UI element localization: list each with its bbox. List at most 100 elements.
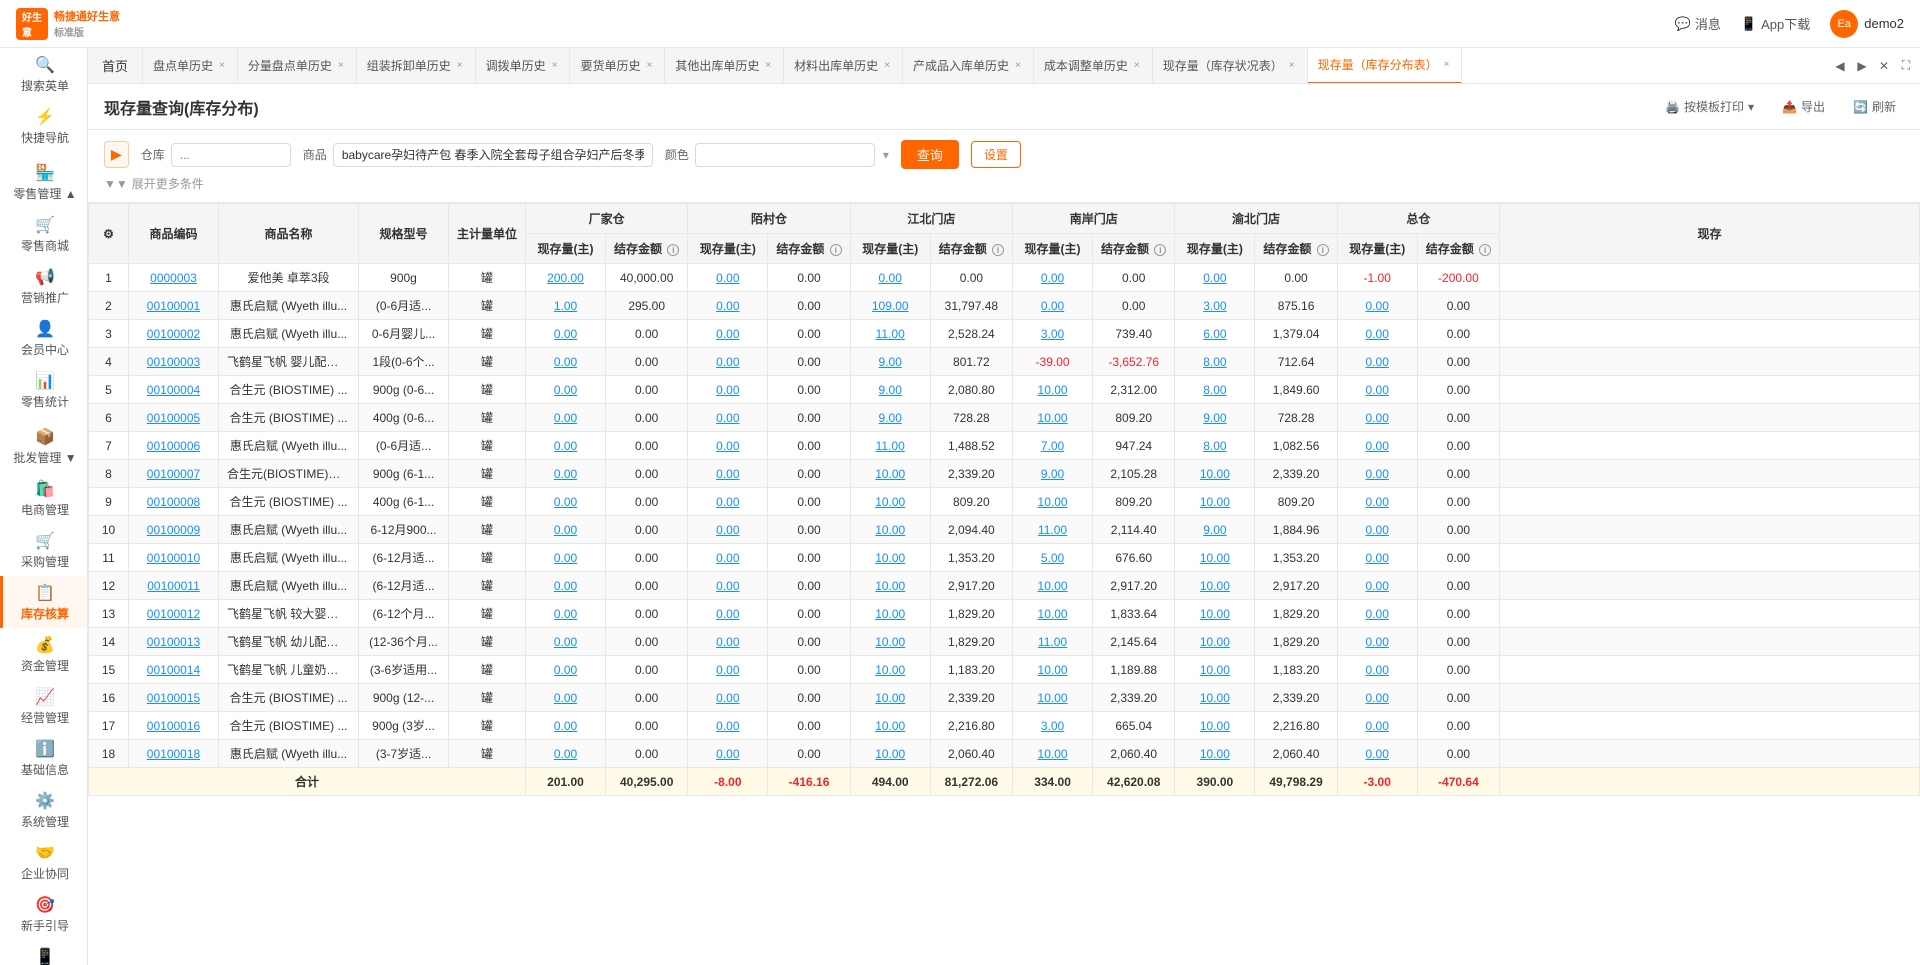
row-f-qty[interactable]: 0.00 bbox=[526, 628, 606, 656]
row-m-qty[interactable]: 0.00 bbox=[688, 460, 768, 488]
user-area[interactable]: Ea demo2 bbox=[1830, 10, 1904, 38]
tab-material-out-close[interactable]: × bbox=[882, 59, 892, 72]
tab-split-stocktake[interactable]: 分量盘点单历史 × bbox=[238, 48, 357, 84]
row-f-qty[interactable]: 0.00 bbox=[526, 740, 606, 768]
warehouse-input[interactable] bbox=[171, 143, 291, 167]
tab-other-outbound[interactable]: 其他出库单历史 × bbox=[665, 48, 784, 84]
row-yb-qty[interactable]: 9.00 bbox=[1175, 404, 1255, 432]
setting-button[interactable]: 设置 bbox=[971, 141, 1021, 168]
sidebar-item-appcenter[interactable]: 📱 应用中心 bbox=[0, 940, 87, 965]
tab-requisition[interactable]: 要货单历史 × bbox=[570, 48, 665, 84]
tab-stocktake-close[interactable]: × bbox=[217, 59, 227, 72]
row-m-qty[interactable]: 0.00 bbox=[688, 740, 768, 768]
yb-amt-info-icon[interactable]: i bbox=[1317, 244, 1329, 256]
row-na-qty[interactable]: 0.00 bbox=[1013, 292, 1093, 320]
row-t-qty[interactable]: 0.00 bbox=[1337, 572, 1417, 600]
row-jb-qty[interactable]: 10.00 bbox=[850, 628, 930, 656]
row-f-qty[interactable]: 0.00 bbox=[526, 684, 606, 712]
row-m-qty[interactable]: 0.00 bbox=[688, 600, 768, 628]
row-na-qty[interactable]: 10.00 bbox=[1013, 572, 1093, 600]
tab-other-outbound-close[interactable]: × bbox=[763, 59, 773, 72]
sidebar-item-mall[interactable]: 🛒 零售商城 bbox=[0, 208, 87, 260]
tab-product-in[interactable]: 产成品入库单历史 × bbox=[903, 48, 1034, 84]
row-t-qty[interactable]: 0.00 bbox=[1337, 628, 1417, 656]
tab-transfer[interactable]: 调拨单历史 × bbox=[476, 48, 571, 84]
sidebar-item-collab[interactable]: 🤝 企业协同 bbox=[0, 836, 87, 888]
row-m-qty[interactable]: 0.00 bbox=[688, 516, 768, 544]
row-jb-qty[interactable]: 9.00 bbox=[850, 404, 930, 432]
sidebar-item-marketing[interactable]: 📢 营销推广 bbox=[0, 260, 87, 312]
row-na-qty[interactable]: -39.00 bbox=[1013, 348, 1093, 376]
sidebar-item-search[interactable]: 🔍 搜索英单 bbox=[0, 48, 87, 100]
row-m-qty[interactable]: 0.00 bbox=[688, 432, 768, 460]
row-jb-qty[interactable]: 10.00 bbox=[850, 656, 930, 684]
row-m-qty[interactable]: 0.00 bbox=[688, 572, 768, 600]
row-t-qty[interactable]: 0.00 bbox=[1337, 600, 1417, 628]
row-t-qty[interactable]: 0.00 bbox=[1337, 320, 1417, 348]
tab-product-in-close[interactable]: × bbox=[1013, 59, 1023, 72]
tab-fullscreen-btn[interactable]: ⛶ bbox=[1896, 56, 1916, 76]
tab-split-stocktake-close[interactable]: × bbox=[336, 59, 346, 72]
row-t-qty[interactable]: 0.00 bbox=[1337, 656, 1417, 684]
row-m-qty[interactable]: 0.00 bbox=[688, 488, 768, 516]
row-f-qty[interactable]: 0.00 bbox=[526, 600, 606, 628]
row-na-qty[interactable]: 11.00 bbox=[1013, 628, 1093, 656]
row-na-qty[interactable]: 10.00 bbox=[1013, 740, 1093, 768]
expand-conditions-btn[interactable]: ▼▼ 展开更多条件 bbox=[104, 169, 1904, 192]
row-f-qty[interactable]: 0.00 bbox=[526, 572, 606, 600]
tab-transfer-close[interactable]: × bbox=[550, 59, 560, 72]
row-yb-qty[interactable]: 10.00 bbox=[1175, 740, 1255, 768]
goods-input[interactable] bbox=[333, 143, 653, 167]
row-yb-qty[interactable]: 10.00 bbox=[1175, 460, 1255, 488]
row-jb-qty[interactable]: 10.00 bbox=[850, 740, 930, 768]
row-yb-qty[interactable]: 8.00 bbox=[1175, 348, 1255, 376]
row-jb-qty[interactable]: 10.00 bbox=[850, 572, 930, 600]
row-yb-qty[interactable]: 6.00 bbox=[1175, 320, 1255, 348]
row-yb-qty[interactable]: 10.00 bbox=[1175, 684, 1255, 712]
row-f-qty[interactable]: 0.00 bbox=[526, 460, 606, 488]
sidebar-item-ecommerce[interactable]: 🛍️ 电商管理 bbox=[0, 472, 87, 524]
row-na-qty[interactable]: 7.00 bbox=[1013, 432, 1093, 460]
row-jb-qty[interactable]: 9.00 bbox=[850, 376, 930, 404]
row-m-qty[interactable]: 0.00 bbox=[688, 404, 768, 432]
row-f-qty[interactable]: 0.00 bbox=[526, 712, 606, 740]
row-t-qty[interactable]: 0.00 bbox=[1337, 712, 1417, 740]
th-gear[interactable]: ⚙ bbox=[89, 204, 129, 264]
row-m-qty[interactable]: 0.00 bbox=[688, 628, 768, 656]
row-na-qty[interactable]: 10.00 bbox=[1013, 488, 1093, 516]
tab-stock-status-close[interactable]: × bbox=[1287, 59, 1297, 72]
row-na-qty[interactable]: 5.00 bbox=[1013, 544, 1093, 572]
refresh-button[interactable]: 🔄 刷新 bbox=[1845, 94, 1904, 119]
row-t-qty[interactable]: 0.00 bbox=[1337, 348, 1417, 376]
row-f-qty[interactable]: 200.00 bbox=[526, 264, 606, 292]
row-m-qty[interactable]: 0.00 bbox=[688, 712, 768, 740]
row-m-qty[interactable]: 0.00 bbox=[688, 656, 768, 684]
row-m-qty[interactable]: 0.00 bbox=[688, 544, 768, 572]
sidebar-item-base[interactable]: ℹ️ 基础信息 bbox=[0, 732, 87, 784]
sidebar-item-retail-stats[interactable]: 📊 零售统计 bbox=[0, 364, 87, 416]
row-t-qty[interactable]: 0.00 bbox=[1337, 488, 1417, 516]
tab-stock-dist[interactable]: 现存量（库存分布表） × bbox=[1308, 48, 1463, 84]
row-t-qty[interactable]: 0.00 bbox=[1337, 432, 1417, 460]
tab-cost-adjust-close[interactable]: × bbox=[1132, 59, 1142, 72]
row-t-qty[interactable]: 0.00 bbox=[1337, 376, 1417, 404]
row-jb-qty[interactable]: 10.00 bbox=[850, 516, 930, 544]
row-yb-qty[interactable]: 10.00 bbox=[1175, 600, 1255, 628]
tab-requisition-close[interactable]: × bbox=[644, 59, 654, 72]
tab-stock-status[interactable]: 现存量（库存状况表） × bbox=[1153, 48, 1308, 84]
row-na-qty[interactable]: 3.00 bbox=[1013, 712, 1093, 740]
row-jb-qty[interactable]: 11.00 bbox=[850, 320, 930, 348]
row-f-qty[interactable]: 0.00 bbox=[526, 544, 606, 572]
sidebar-item-ops[interactable]: 📈 经营管理 bbox=[0, 680, 87, 732]
sidebar-item-finance[interactable]: 💰 资金管理 bbox=[0, 628, 87, 680]
row-na-qty[interactable]: 10.00 bbox=[1013, 404, 1093, 432]
tab-assembly[interactable]: 组装拆卸单历史 × bbox=[357, 48, 476, 84]
row-yb-qty[interactable]: 10.00 bbox=[1175, 656, 1255, 684]
row-f-qty[interactable]: 0.00 bbox=[526, 432, 606, 460]
tab-material-out[interactable]: 材料出库单历史 × bbox=[784, 48, 903, 84]
row-yb-qty[interactable]: 8.00 bbox=[1175, 376, 1255, 404]
row-jb-qty[interactable]: 9.00 bbox=[850, 348, 930, 376]
row-f-qty[interactable]: 0.00 bbox=[526, 488, 606, 516]
msg-button[interactable]: 💬 消息 bbox=[1675, 14, 1721, 33]
row-yb-qty[interactable]: 10.00 bbox=[1175, 712, 1255, 740]
